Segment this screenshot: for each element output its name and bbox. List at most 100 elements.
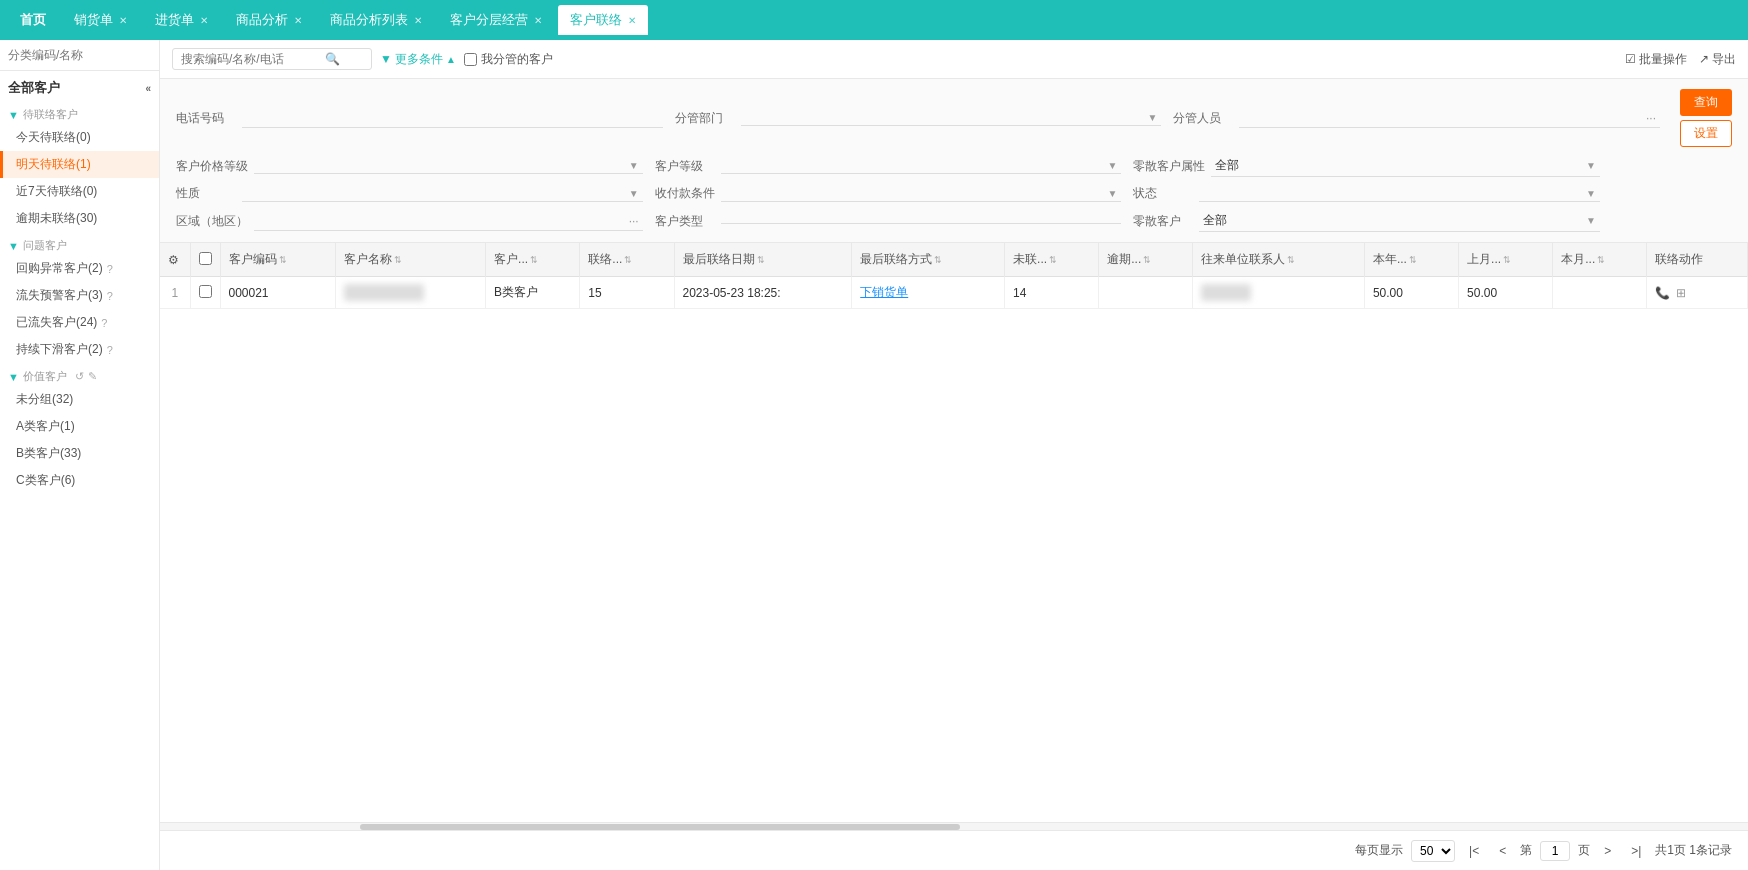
sidebar-item-class-a[interactable]: A类客户(1) [0, 413, 159, 440]
settings-button[interactable]: 设置 [1680, 120, 1732, 147]
sidebar-item-abnormal-repurchase[interactable]: 回购异常客户(2) ? [0, 255, 159, 282]
filter-actions: 查询 设置 [1680, 89, 1732, 147]
toolbar-right: ☑ 批量操作 ↗ 导出 [1625, 51, 1736, 68]
nav-close-icon[interactable]: ✕ [294, 15, 302, 26]
th-last-contact-date[interactable]: 最后联络日期 ⇅ [674, 243, 852, 277]
batch-icon: ☑ [1625, 52, 1636, 66]
th-this-year[interactable]: 本年... ⇅ [1364, 243, 1458, 277]
th-last-contact-method[interactable]: 最后联络方式 ⇅ [852, 243, 1005, 277]
nav-close-icon[interactable]: ✕ [119, 15, 127, 26]
nature-field: 性质 ▼ [176, 185, 643, 202]
edit-icon[interactable]: ✎ [88, 370, 97, 383]
export-button[interactable]: ↗ 导出 [1699, 51, 1736, 68]
settings-icon: ⚙ [168, 253, 179, 267]
sidebar-item-7days-contact[interactable]: 近7天待联络(0) [0, 178, 159, 205]
th-uncontacted[interactable]: 未联... ⇅ [1005, 243, 1099, 277]
grid-icon[interactable]: ⊞ [1676, 286, 1686, 300]
search-icon[interactable]: 🔍 [325, 52, 340, 66]
nav-product-analysis[interactable]: 商品分析 ✕ [224, 5, 314, 35]
phone-icon[interactable]: 📞 [1655, 286, 1670, 300]
query-button[interactable]: 查询 [1680, 89, 1732, 116]
all-customers-header[interactable]: 全部客户 « [0, 71, 159, 101]
more-conditions-button[interactable]: ▼ 更多条件 ▲ [380, 51, 456, 68]
sidebar-item-loss-warning[interactable]: 流失预警客户(3) ? [0, 282, 159, 309]
retail-select[interactable]: 全部 ▼ [1199, 210, 1600, 232]
status-label: 状态 [1133, 185, 1193, 202]
th-settings[interactable]: ⚙ [160, 243, 190, 277]
page-size-select[interactable]: 50 [1411, 840, 1455, 862]
customer-level-label: 客户等级 [655, 158, 715, 175]
current-page-input[interactable] [1540, 841, 1570, 861]
status-select[interactable]: ▼ [1199, 186, 1600, 202]
th-name[interactable]: 客户名称 ⇅ [336, 243, 486, 277]
horizontal-scrollbar-area [160, 822, 1748, 830]
th-last-month[interactable]: 上月... ⇅ [1459, 243, 1553, 277]
sort-icon: ⇅ [1049, 255, 1057, 265]
th-customer-type[interactable]: 客户... ⇅ [486, 243, 580, 277]
chevron-down-icon: ▼ [1586, 188, 1596, 199]
nav-customer-contact[interactable]: 客户联络 ✕ [558, 5, 648, 35]
customer-level-select[interactable]: ▼ [721, 158, 1122, 174]
my-customers-checkbox-label[interactable]: 我分管的客户 [464, 51, 553, 68]
chevron-down-icon: ▼ [1107, 188, 1117, 199]
dept-select[interactable]: ▼ [741, 110, 1162, 126]
th-checkbox[interactable] [190, 243, 220, 277]
row-checkbox[interactable] [199, 285, 212, 298]
phone-input[interactable] [242, 109, 663, 128]
nav-close-icon[interactable]: ✕ [628, 15, 636, 26]
next-page-button[interactable]: > [1598, 842, 1617, 860]
filter-row-1: 电话号码 分管部门 ▼ 分管人员 ··· 查询 设置 [176, 89, 1732, 147]
last-page-button[interactable]: >| [1625, 842, 1647, 860]
more-icon: ··· [629, 214, 639, 228]
phone-field: 电话号码 [176, 109, 663, 128]
sort-icon: ⇅ [757, 255, 765, 265]
last-contact-method-cell[interactable]: 下销货单 [852, 277, 1005, 309]
first-page-button[interactable]: |< [1463, 842, 1485, 860]
sidebar-item-overdue-contact[interactable]: 逾期未联络(30) [0, 205, 159, 232]
th-contact-count[interactable]: 联络... ⇅ [580, 243, 674, 277]
th-this-month[interactable]: 本月... ⇅ [1553, 243, 1647, 277]
nav-purchase-order[interactable]: 进货单 ✕ [143, 5, 220, 35]
payment-select[interactable]: ▼ [721, 186, 1122, 202]
region-label: 区域（地区） [176, 213, 248, 230]
nav-customer-tier[interactable]: 客户分层经营 ✕ [438, 5, 554, 35]
sidebar-item-today-contact[interactable]: 今天待联络(0) [0, 124, 159, 151]
nav-close-icon[interactable]: ✕ [414, 15, 422, 26]
person-select[interactable]: ··· [1239, 109, 1660, 128]
nav-close-icon[interactable]: ✕ [534, 15, 542, 26]
sidebar-item-tomorrow-contact[interactable]: 明天待联络(1) [0, 151, 159, 178]
sidebar-item-class-b[interactable]: B类客户(33) [0, 440, 159, 467]
toolbar: 🔍 ▼ 更多条件 ▲ 我分管的客户 ☑ 批量操作 ↗ 导出 [160, 40, 1748, 79]
contact-person-cell: 联系人 [1193, 277, 1364, 309]
sidebar-item-ungrouped[interactable]: 未分组(32) [0, 386, 159, 413]
nature-select[interactable]: ▼ [242, 186, 643, 202]
search-input[interactable] [181, 52, 321, 66]
sidebar-search-input[interactable] [8, 48, 158, 62]
nav-product-analysis-list[interactable]: 商品分析列表 ✕ [318, 5, 434, 35]
chevron-down-icon: ▼ [1586, 215, 1596, 226]
sidebar-item-lost-customers[interactable]: 已流失客户(24) ? [0, 309, 159, 336]
top-navigation: 首页 销货单 ✕ 进货单 ✕ 商品分析 ✕ 商品分析列表 ✕ 客户分层经营 ✕ … [0, 0, 1748, 40]
sidebar-item-declining-customers[interactable]: 持续下滑客户(2) ? [0, 336, 159, 363]
select-all-checkbox[interactable] [199, 252, 212, 265]
refresh-icon[interactable]: ↺ [75, 370, 84, 383]
nav-home[interactable]: 首页 [8, 5, 58, 35]
th-code[interactable]: 客户编码 ⇅ [220, 243, 336, 277]
th-overdue[interactable]: 逾期... ⇅ [1099, 243, 1193, 277]
action-icons: 📞 ⊞ [1655, 286, 1739, 300]
customer-name-cell: 姓名数据 [336, 277, 486, 309]
contact-count-cell: 15 [580, 277, 674, 309]
prev-page-button[interactable]: < [1493, 842, 1512, 860]
nav-close-icon[interactable]: ✕ [200, 15, 208, 26]
region-select[interactable]: ··· [254, 212, 643, 231]
nav-sales-order[interactable]: 销货单 ✕ [62, 5, 139, 35]
price-level-select[interactable]: ▼ [254, 158, 643, 174]
th-contact-person[interactable]: 往来单位联系人 ⇅ [1193, 243, 1364, 277]
pending-contact-group: ▼ 待联络客户 [0, 101, 159, 124]
my-customers-checkbox[interactable] [464, 53, 477, 66]
retail-attr-select[interactable]: 全部 ▼ [1211, 155, 1600, 177]
content-area: 🔍 ▼ 更多条件 ▲ 我分管的客户 ☑ 批量操作 ↗ 导出 [160, 40, 1748, 870]
customer-type-select[interactable] [721, 219, 1122, 224]
batch-operation-button[interactable]: ☑ 批量操作 [1625, 51, 1687, 68]
sidebar-item-class-c[interactable]: C类客户(6) [0, 467, 159, 494]
